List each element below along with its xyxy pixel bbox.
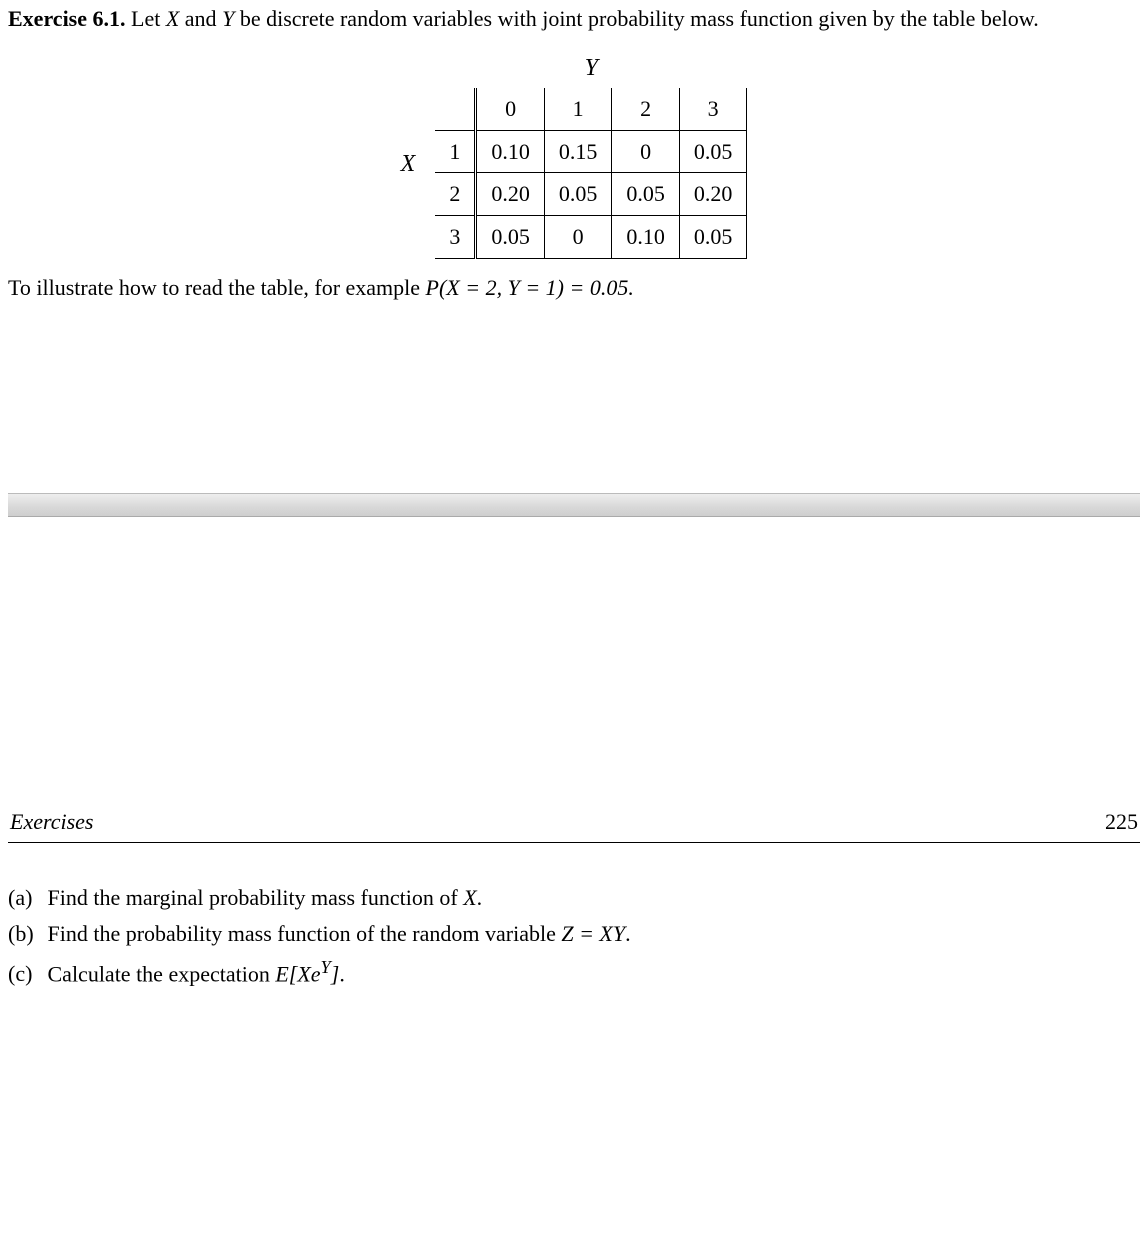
table-row: 2 0.20 0.05 0.05 0.20: [435, 173, 747, 216]
cell-1-1: 0.15: [544, 130, 612, 173]
cell-2-1: 0.05: [544, 173, 612, 216]
x-row-1: 1: [435, 130, 476, 173]
table-row: 3 0.05 0 0.10 0.05: [435, 216, 747, 259]
x-axis-label: X: [401, 148, 416, 180]
part-a-label: (a): [8, 883, 42, 913]
table-row: 1 0.10 0.15 0 0.05: [435, 130, 747, 173]
part-b: (b) Find the probability mass function o…: [8, 919, 1140, 949]
part-a-text-before: Find the marginal probability mass funct…: [48, 885, 464, 910]
exercise-text-3: be discrete random variables with joint …: [234, 6, 1038, 31]
cell-3-3: 0.05: [679, 216, 747, 259]
page-gap-2: [8, 517, 1140, 807]
y-axis-label: Y: [435, 52, 747, 84]
corner-cell: [435, 88, 476, 130]
pmf-table-block: Y 0 1 2 3 1 0.10 0.15 0 0.05 2: [435, 52, 747, 259]
part-a-text-after: .: [477, 885, 483, 910]
pmf-table-wrap: X Y 0 1 2 3 1 0.10 0.15 0 0.05: [8, 52, 1140, 259]
exercise-label: Exercise 6.1.: [8, 6, 126, 31]
var-x: X: [166, 6, 179, 31]
part-c-label: (c): [8, 959, 42, 989]
table-col-header: 0 1 2 3: [435, 88, 747, 130]
page: Exercise 6.1. Let X and Y be discrete ra…: [0, 0, 1148, 1003]
illustration-prefix: To illustrate how to read the table, for…: [8, 275, 426, 300]
x-row-2: 2: [435, 173, 476, 216]
footer-section-title: Exercises: [10, 807, 93, 837]
cell-2-2: 0.05: [612, 173, 680, 216]
footer-page-number: 225: [1105, 807, 1138, 837]
cell-1-0: 0.10: [476, 130, 545, 173]
part-a-var: X: [463, 885, 476, 910]
exercise-text-1: Let: [131, 6, 166, 31]
part-b-text-after: .: [625, 921, 631, 946]
y-col-0: 0: [476, 88, 545, 130]
exercise-text-2: and: [179, 6, 222, 31]
var-y: Y: [222, 6, 234, 31]
cell-3-2: 0.10: [612, 216, 680, 259]
x-row-3: 3: [435, 216, 476, 259]
part-c-text-after: .: [339, 961, 345, 986]
page-gap-1: [8, 303, 1140, 493]
cell-2-3: 0.20: [679, 173, 747, 216]
y-col-1: 1: [544, 88, 612, 130]
page-footer: Exercises 225: [8, 807, 1140, 844]
exercise-heading: Exercise 6.1. Let X and Y be discrete ra…: [8, 4, 1140, 34]
cell-1-2: 0: [612, 130, 680, 173]
part-b-label: (b): [8, 919, 42, 949]
illustration-expr: P(X = 2, Y = 1) = 0.05.: [426, 275, 634, 300]
part-c-expr-open: E[Xe: [275, 961, 320, 986]
part-c: (c) Calculate the expectation E[XeY].: [8, 955, 1140, 989]
y-col-2: 2: [612, 88, 680, 130]
cell-3-1: 0: [544, 216, 612, 259]
part-a: (a) Find the marginal probability mass f…: [8, 883, 1140, 913]
page-divider: [8, 493, 1140, 517]
part-c-sup: Y: [321, 957, 331, 977]
exercise-parts: (a) Find the marginal probability mass f…: [8, 883, 1140, 988]
part-b-expr: Z = XY: [561, 921, 625, 946]
part-c-text-before: Calculate the expectation: [48, 961, 276, 986]
cell-1-3: 0.05: [679, 130, 747, 173]
cell-3-0: 0.05: [476, 216, 545, 259]
cell-2-0: 0.20: [476, 173, 545, 216]
illustration-note: To illustrate how to read the table, for…: [8, 273, 1140, 303]
part-b-text-before: Find the probability mass function of th…: [48, 921, 562, 946]
y-col-3: 3: [679, 88, 747, 130]
pmf-table: 0 1 2 3 1 0.10 0.15 0 0.05 2 0.20 0.05 0…: [435, 88, 747, 259]
